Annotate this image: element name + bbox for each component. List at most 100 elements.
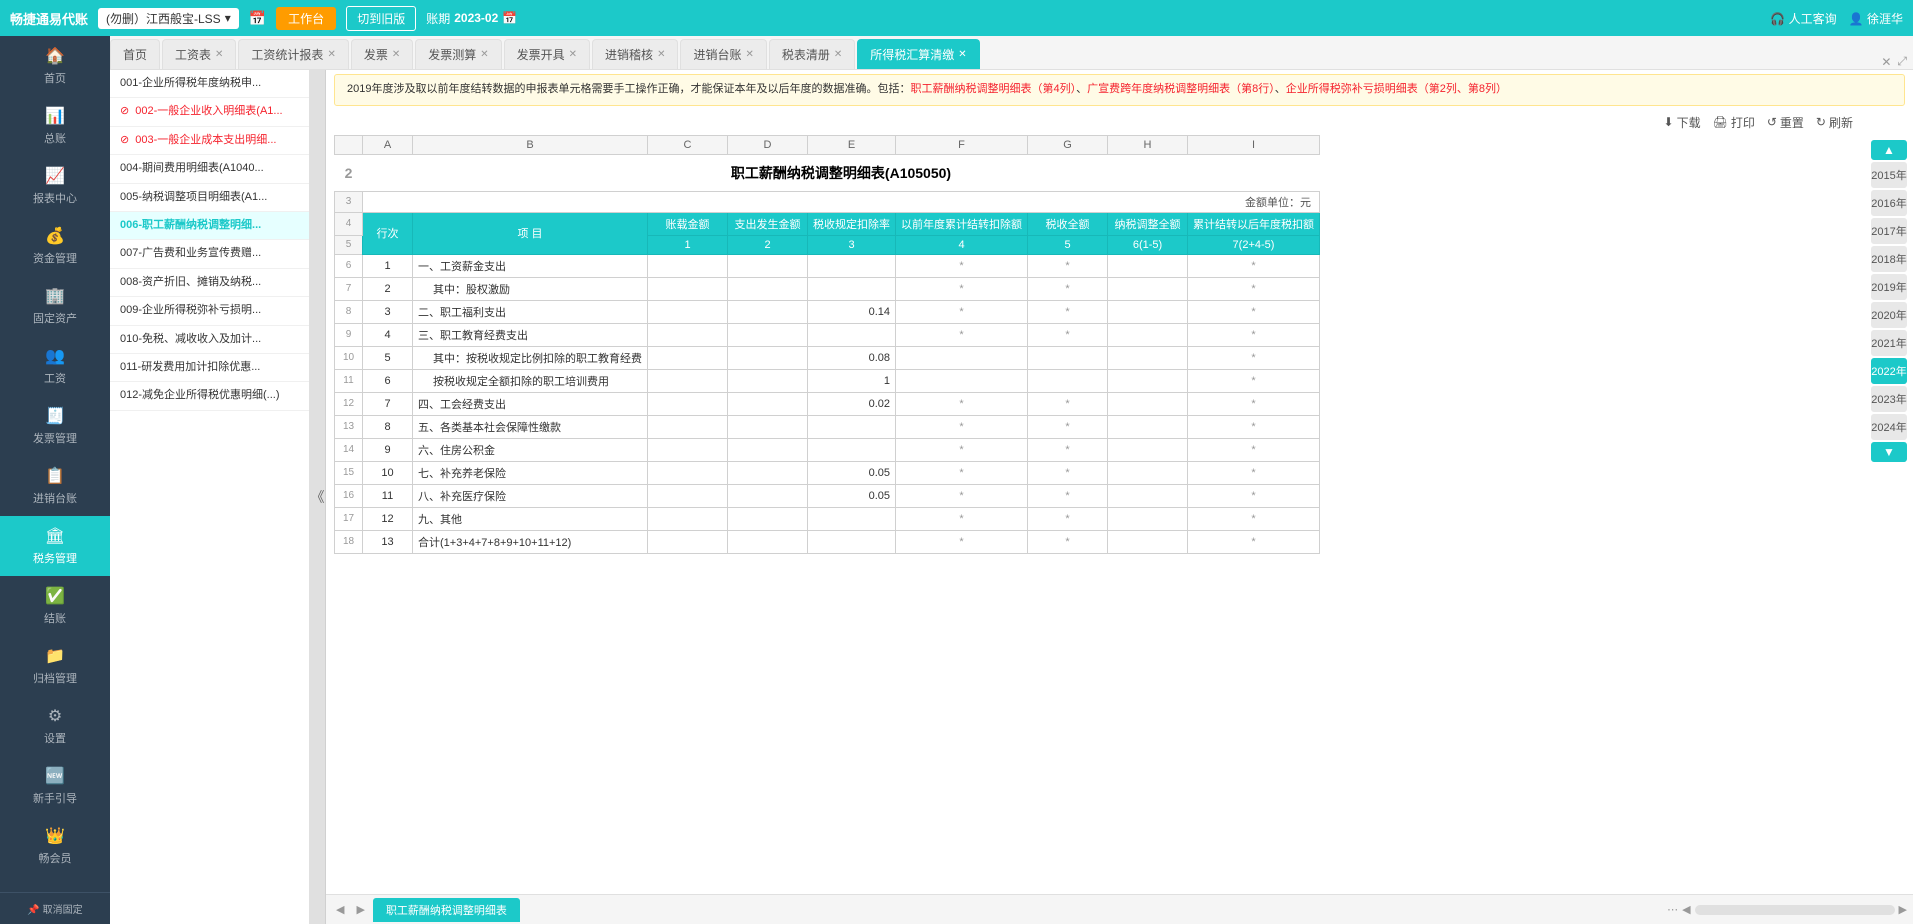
form-item-002[interactable]: ⊘ 002-一般企业收入明细表(A1... <box>110 98 309 126</box>
col-header-name: 项 目 <box>413 212 648 254</box>
sidebar-item-payroll[interactable]: 👥 工资 <box>0 336 110 396</box>
sheet-container[interactable]: A B C D E F G H I 2 职 <box>326 135 1913 894</box>
support-link[interactable]: 🎧 人工客询 <box>1770 10 1836 27</box>
tab-payroll[interactable]: 工资表 ✕ <box>162 39 236 69</box>
download-button[interactable]: ⬇ 下载 <box>1664 114 1701 131</box>
form-item-010[interactable]: 010-免税、减收收入及加计... <box>110 326 309 354</box>
form-item-012[interactable]: 012-减免企业所得税优惠明细(...) <box>110 382 309 410</box>
tab-invoice-calc[interactable]: 发票测算 ✕ <box>415 39 501 69</box>
tab-invoice-calc-close[interactable]: ✕ <box>480 49 488 60</box>
tab-invoice-open[interactable]: 发票开具 ✕ <box>504 39 590 69</box>
cancel-fixed-button[interactable]: 📌 取消固定 <box>0 892 110 924</box>
table-row[interactable]: 17 12 九、其他 * * * <box>335 507 1320 530</box>
year-2016[interactable]: 2016年 <box>1871 190 1907 216</box>
tab-payroll-stat[interactable]: 工资统计报表 ✕ <box>238 39 348 69</box>
refresh-button[interactable]: ↻ 刷新 <box>1816 114 1853 131</box>
year-2022[interactable]: 2022年 <box>1871 358 1907 384</box>
sub-header-h: 6(1-5) <box>1108 235 1188 254</box>
sheet-tab-main[interactable]: 职工薪酬纳税调整明细表 <box>373 898 520 922</box>
year-2019[interactable]: 2019年 <box>1871 274 1907 300</box>
sheet-nav-prev[interactable]: ◀ <box>332 903 348 916</box>
print-button[interactable]: 🖨 打印 <box>1713 114 1755 131</box>
sidebar-item-invoice[interactable]: 🧾 发票管理 <box>0 396 110 456</box>
year-2015[interactable]: 2015年 <box>1871 162 1907 188</box>
col-a-header: A <box>363 135 413 154</box>
company-selector[interactable]: (勿删）江西般宝-LSS ▾ <box>98 8 239 29</box>
year-2018[interactable]: 2018年 <box>1871 246 1907 272</box>
period-calendar-icon[interactable]: 📅 <box>502 11 517 25</box>
tab-invoice[interactable]: 发票 ✕ <box>351 39 413 69</box>
sidebar-item-asset[interactable]: 💰 资金管理 <box>0 216 110 276</box>
table-row[interactable]: 15 10 七、补充养老保险 0.05 * * * <box>335 461 1320 484</box>
sidebar-item-general[interactable]: 📊 总账 <box>0 96 110 156</box>
sidebar-item-fixed[interactable]: 🏢 固定资产 <box>0 276 110 336</box>
form-item-001[interactable]: 001-企业所得税年度纳税申... <box>110 70 309 98</box>
sheet-scroll-icon[interactable]: ◀ <box>1682 903 1690 916</box>
table-row[interactable]: 13 8 五、各类基本社会保障性缴款 * * * <box>335 415 1320 438</box>
sidebar-item-tax[interactable]: 🏛 税务管理 <box>0 516 110 576</box>
tab-invoice-open-close[interactable]: ✕ <box>569 49 577 60</box>
invoice-icon: 🧾 <box>45 406 65 426</box>
tab-income-tax-close[interactable]: ✕ <box>958 49 966 60</box>
tab-import-check[interactable]: 进销稽核 ✕ <box>592 39 678 69</box>
table-row[interactable]: 11 6 按税收规定全额扣除的职工培训费用 1 * <box>335 369 1320 392</box>
tab-payroll-label: 工资表 <box>175 46 211 63</box>
horizontal-scrollbar[interactable] <box>1695 905 1895 915</box>
content-inner: 001-企业所得税年度纳税申... ⊘ 002-一般企业收入明细表(A1... … <box>110 70 1913 924</box>
year-2020[interactable]: 2020年 <box>1871 302 1907 328</box>
sidebar-item-sales[interactable]: 📋 进销台账 <box>0 456 110 516</box>
table-row[interactable]: 14 9 六、住房公积金 * * * <box>335 438 1320 461</box>
tab-payroll-close[interactable]: ✕ <box>215 49 223 60</box>
tab-import-ledger[interactable]: 进销台账 ✕ <box>680 39 766 69</box>
tab-home[interactable]: 首页 <box>110 39 160 69</box>
form-item-006[interactable]: 006-职工薪酬纳税调整明细... <box>110 212 309 240</box>
sidebar-item-home[interactable]: 🏠 首页 <box>0 36 110 96</box>
year-2024[interactable]: 2024年 <box>1871 414 1907 440</box>
form-item-005[interactable]: 005-纳税调整项目明细表(A1... <box>110 184 309 212</box>
form-item-009[interactable]: 009-企业所得税弥补亏损明... <box>110 297 309 325</box>
form-005-label: 005-纳税调整项目明细表(A1... <box>120 191 267 203</box>
form-item-008[interactable]: 008-资产折旧、摊销及纳税... <box>110 269 309 297</box>
tab-tax-clear[interactable]: 税表清册 ✕ <box>769 39 855 69</box>
sheet-menu-icon[interactable]: ⋯ <box>1667 903 1678 916</box>
year-2017[interactable]: 2017年 <box>1871 218 1907 244</box>
tab-income-tax[interactable]: 所得税汇算清缴 ✕ <box>857 39 979 69</box>
year-2021[interactable]: 2021年 <box>1871 330 1907 356</box>
sheet-scroll-right-icon[interactable]: ▶ <box>1899 903 1907 916</box>
form-item-004[interactable]: 004-期间费用明细表(A1040... <box>110 155 309 183</box>
sheet-nav-next[interactable]: ▶ <box>352 903 368 916</box>
tab-invoice-close[interactable]: ✕ <box>392 49 400 60</box>
reset-button[interactable]: ↺ 重置 <box>1767 114 1804 131</box>
sidebar-item-guide[interactable]: 🆕 新手引导 <box>0 756 110 816</box>
table-row[interactable]: 16 11 八、补充医疗保险 0.05 * * * <box>335 484 1320 507</box>
form-item-003[interactable]: ⊘ 003-一般企业成本支出明细... <box>110 127 309 155</box>
tab-payroll-stat-close[interactable]: ✕ <box>327 49 335 60</box>
sidebar-item-settings[interactable]: ⚙ 设置 <box>0 696 110 756</box>
year-nav-down[interactable]: ▼ <box>1871 442 1907 462</box>
panel-collapse-button[interactable]: 《 <box>310 70 326 924</box>
table-row[interactable]: 8 3 二、职工福利支出 0.14 * * * <box>335 300 1320 323</box>
table-row[interactable]: 6 1 一、工资薪金支出 * * * <box>335 254 1320 277</box>
sidebar-item-report[interactable]: 📈 报表中心 <box>0 156 110 216</box>
sidebar-item-checkout[interactable]: ✅ 结账 <box>0 576 110 636</box>
year-2023[interactable]: 2023年 <box>1871 386 1907 412</box>
form-008-label: 008-资产折旧、摊销及纳税... <box>120 276 261 288</box>
workbench-button[interactable]: 工作台 <box>276 7 336 30</box>
table-row[interactable]: 18 13 合计(1+3+4+7+8+9+10+11+12) * * * <box>335 530 1320 553</box>
table-row[interactable]: 12 7 四、工会经费支出 0.02 * * * <box>335 392 1320 415</box>
form-item-007[interactable]: 007-广告费和业务宣传费赠... <box>110 240 309 268</box>
sidebar-item-archive[interactable]: 📁 归档管理 <box>0 636 110 696</box>
tab-import-ledger-close[interactable]: ✕ <box>745 49 753 60</box>
tab-maximize-icon[interactable]: ⤢ <box>1897 54 1907 69</box>
tab-close-all-icon[interactable]: ✕ <box>1881 55 1891 69</box>
tab-import-check-close[interactable]: ✕ <box>657 49 665 60</box>
table-row[interactable]: 10 5 其中：按税收规定比例扣除的职工教育经费 0.08 * <box>335 346 1320 369</box>
form-item-011[interactable]: 011-研发费用加计扣除优惠... <box>110 354 309 382</box>
table-row[interactable]: 7 2 其中：股权激励 * * * <box>335 277 1320 300</box>
year-nav-up[interactable]: ▲ <box>1871 140 1907 160</box>
goto-old-button[interactable]: 切到旧版 <box>346 6 416 31</box>
table-row[interactable]: 9 4 三、职工教育经费支出 * * * <box>335 323 1320 346</box>
sidebar-item-vip[interactable]: 👑 畅会员 <box>0 816 110 876</box>
tab-tax-clear-close[interactable]: ✕ <box>834 49 842 60</box>
user-avatar[interactable]: 👤 徐涯华 <box>1849 10 1903 27</box>
